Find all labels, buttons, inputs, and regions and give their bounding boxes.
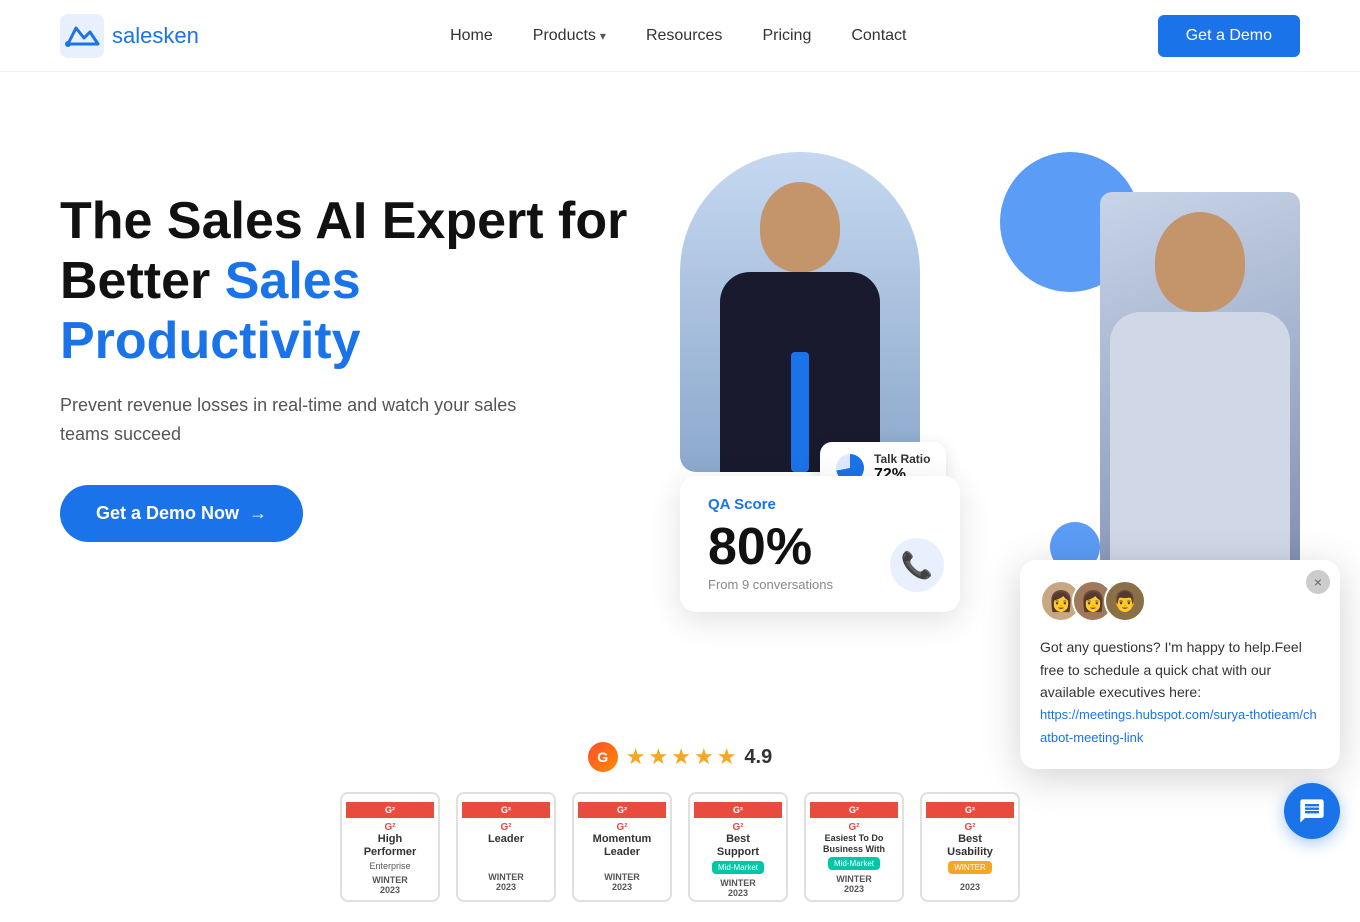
products-dropdown-icon: ▾ [600, 29, 606, 43]
hero-cta-button[interactable]: Get a Demo Now → [60, 485, 303, 542]
star-2: ★ [648, 744, 668, 770]
badge-g2-header: G² [810, 802, 898, 818]
star-rating: ★ ★ ★ ★ ★ [626, 744, 737, 770]
badge-main-text: MomentumLeader [593, 833, 652, 859]
nav-links: Home Products ▾ Resources Pricing Contac… [450, 27, 906, 45]
cs-head [1155, 212, 1245, 312]
badge-main-text: BestSupport [717, 833, 759, 859]
talk-ratio-label: Talk Ratio [874, 452, 930, 466]
person-tie [791, 352, 809, 472]
badge-best-usability: G² G² BestUsability WINTER 2023 [920, 792, 1020, 902]
badge-main-text: BestUsability [947, 833, 993, 859]
badge-main-text: Easiest To DoBusiness With [823, 833, 885, 855]
chatbot-popup: × 👩 👩 👨 Got any questions? I'm happy to … [1020, 560, 1340, 769]
salesman-image [680, 152, 920, 472]
star-4: ★ [694, 744, 714, 770]
arrow-icon: → [249, 503, 267, 524]
navbar: salesken Home Products ▾ Resources Prici… [0, 0, 1360, 72]
g2-logo: G [588, 742, 618, 772]
chatbot-link[interactable]: https://meetings.hubspot.com/surya-thoti… [1040, 707, 1317, 745]
badge-easiest-biz: G² G² Easiest To DoBusiness With Mid-Mar… [804, 792, 904, 902]
customer-service-image [1100, 192, 1300, 572]
nav-item-resources[interactable]: Resources [646, 27, 722, 45]
badge-main-text: HighPerformer [364, 833, 417, 859]
chatbot-button[interactable] [1284, 783, 1340, 839]
chatbot-message: Got any questions? I'm happy to help.Fee… [1040, 636, 1320, 749]
badge-g2-header: G² [694, 802, 782, 818]
chatbot-avatar-3: 👨 [1104, 580, 1146, 622]
badge-g2-header: G² [462, 802, 550, 818]
nav-item-home[interactable]: Home [450, 27, 493, 45]
nav-item-contact[interactable]: Contact [851, 27, 906, 45]
badge-g2-header: G² [346, 802, 434, 818]
g2-rating: G ★ ★ ★ ★ ★ 4.9 [588, 742, 772, 772]
qa-score-label: QA Score [708, 496, 932, 513]
badge-main-text: Leader [488, 833, 524, 846]
cs-body [1110, 312, 1290, 572]
hero-content: The Sales AI Expert for Better Sales Pro… [60, 132, 660, 542]
badge-g2-header: G² [926, 802, 1014, 818]
star-1: ★ [626, 744, 646, 770]
hero-subtitle: Prevent revenue losses in real-time and … [60, 391, 540, 449]
hero-title: The Sales AI Expert for Better Sales Pro… [60, 192, 660, 371]
person-head [760, 182, 840, 272]
logo-icon [60, 14, 104, 58]
nav-item-pricing[interactable]: Pricing [762, 27, 811, 45]
badge-high-performer: G² G² HighPerformer Enterprise WINTER202… [340, 792, 440, 902]
chatbot-avatars: 👩 👩 👨 [1040, 580, 1320, 622]
badge-g2-header: G² [578, 802, 666, 818]
chat-icon [1298, 797, 1326, 825]
badge-best-support: G² G² BestSupport Mid-Market WINTER2023 [688, 792, 788, 902]
chatbot-close-button[interactable]: × [1306, 570, 1330, 594]
nav-cta-button[interactable]: Get a Demo [1158, 15, 1300, 57]
logo-text: salesken [112, 23, 199, 49]
rating-number: 4.9 [744, 746, 772, 769]
star-3: ★ [671, 744, 691, 770]
star-5: ★ [717, 744, 737, 770]
phone-icon: 📞 [890, 538, 944, 592]
badge-leader: G² G² Leader WINTER2023 [456, 792, 556, 902]
logo[interactable]: salesken [60, 14, 199, 58]
badges-row: G² G² HighPerformer Enterprise WINTER202… [340, 792, 1020, 902]
badge-momentum-leader: G² G² MomentumLeader WINTER2023 [572, 792, 672, 902]
nav-item-products[interactable]: Products ▾ [533, 27, 606, 45]
